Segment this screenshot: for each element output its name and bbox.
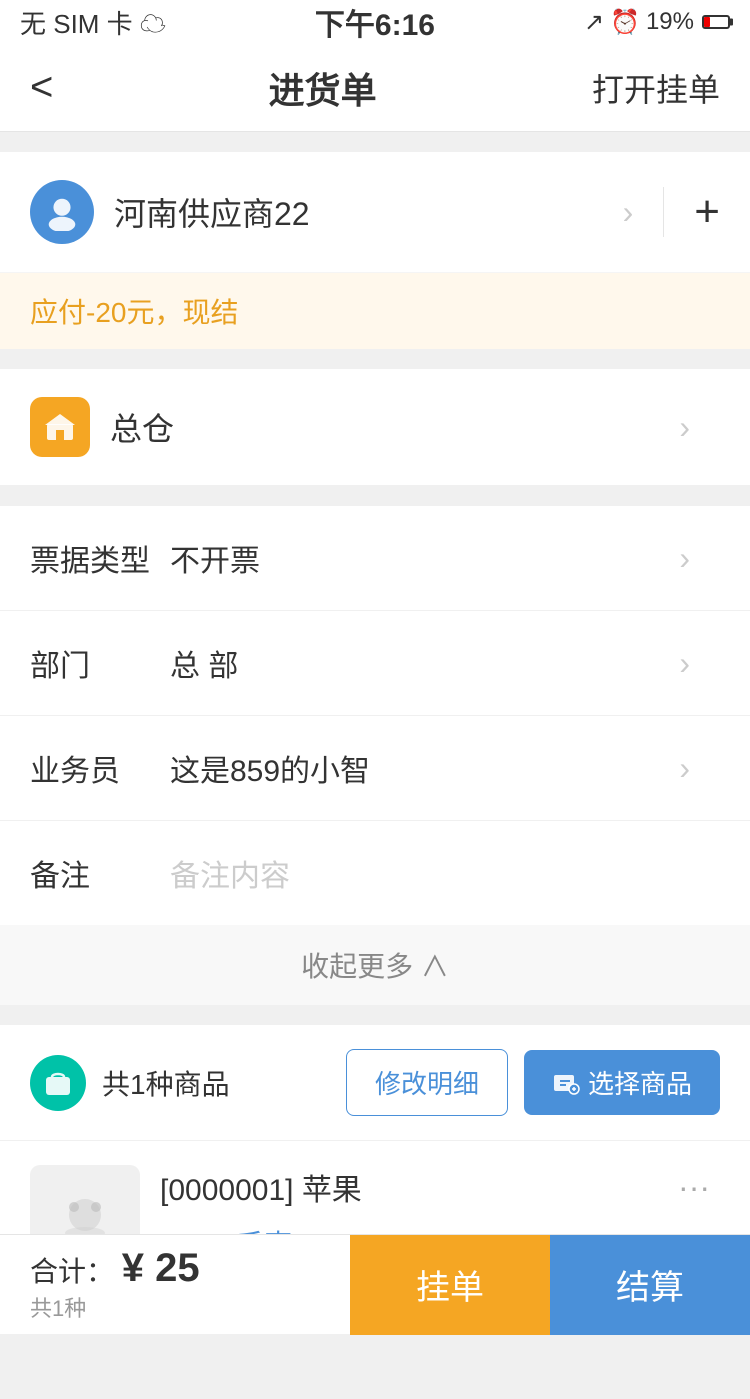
product-icon: [30, 1055, 86, 1111]
status-right: ↗ ⏰ 19%: [584, 8, 730, 37]
product-name: [0000001] 苹果: [160, 1165, 668, 1209]
checkout-button[interactable]: 结算: [550, 1235, 750, 1335]
form-card: 票据类型 不开票 › 部门 总 部 › 业务员 这是859的小智 › 备注 备注…: [0, 505, 750, 925]
alarm-icon: ⏰: [610, 8, 640, 37]
gap3: [0, 485, 750, 505]
warehouse-name: 总仓: [110, 404, 679, 450]
sales-value: 这是859的小智: [170, 746, 679, 790]
product-count: 共1种商品: [102, 1063, 346, 1103]
supplier-chevron: ›: [623, 194, 634, 231]
add-button[interactable]: +: [694, 190, 720, 234]
total-label: 合计：: [30, 1256, 114, 1287]
nav-bar: < 进货单 打开挂单: [0, 44, 750, 132]
sales-chevron: ›: [679, 750, 690, 787]
status-left: 无 SIM 卡 ☁: [20, 4, 166, 41]
info-banner: 应付-20元，现结: [0, 273, 750, 349]
dept-value: 总 部: [170, 641, 679, 685]
more-button[interactable]: ···: [668, 1165, 720, 1210]
bottom-bar: 合计： ¥ 25 共1种 挂单 结算: [0, 1234, 750, 1334]
supplier-avatar: [30, 180, 94, 244]
hold-label: 挂单: [416, 1260, 484, 1309]
total-amount: ¥ 25: [122, 1246, 200, 1290]
page-title: 进货单: [269, 62, 377, 114]
product-header: 共1种商品 修改明细 选择商品: [0, 1025, 750, 1140]
supplier-card: 河南供应商22 › + 应付-20元，现结: [0, 152, 750, 349]
battery-icon: [702, 15, 730, 29]
sales-row[interactable]: 业务员 这是859的小智 ›: [0, 715, 750, 820]
supplier-row[interactable]: 河南供应商22 › +: [0, 152, 750, 273]
status-time: 下午6:16: [315, 0, 435, 44]
invoice-value: 不开票: [170, 536, 679, 580]
product-title: 苹果: [302, 1174, 362, 1207]
gap4: [0, 1005, 750, 1025]
remark-row[interactable]: 备注 备注内容: [0, 820, 750, 925]
open-hold-button[interactable]: 打开挂单: [592, 65, 720, 111]
battery-text: 19%: [646, 8, 694, 36]
total-section: 合计： ¥ 25 共1种: [0, 1246, 350, 1323]
dept-label: 部门: [30, 641, 170, 685]
product-id: [0000001]: [160, 1174, 293, 1207]
dept-row[interactable]: 部门 总 部 ›: [0, 610, 750, 715]
warehouse-row[interactable]: 总仓 ›: [0, 369, 750, 485]
collapse-row[interactable]: 收起更多 ∧: [0, 925, 750, 1005]
invoice-row[interactable]: 票据类型 不开票 ›: [0, 505, 750, 610]
dept-chevron: ›: [679, 645, 690, 682]
divider: [663, 187, 664, 237]
total-sub: 共1种: [30, 1291, 320, 1323]
select-product-label: 选择商品: [588, 1064, 692, 1101]
warehouse-chevron: ›: [679, 409, 690, 446]
back-button[interactable]: <: [30, 65, 53, 110]
invoice-chevron: ›: [679, 540, 690, 577]
gap1: [0, 132, 750, 152]
remark-input[interactable]: 备注内容: [170, 851, 720, 895]
warehouse-icon: [30, 397, 90, 457]
checkout-label: 结算: [616, 1260, 684, 1309]
warehouse-card[interactable]: 总仓 ›: [0, 369, 750, 485]
select-product-button[interactable]: 选择商品: [524, 1050, 720, 1115]
hold-button[interactable]: 挂单: [350, 1235, 550, 1335]
collapse-label: 收起更多 ∧: [301, 945, 449, 985]
sales-label: 业务员: [30, 746, 170, 790]
total-row: 合计： ¥ 25: [30, 1246, 320, 1291]
gap2: [0, 349, 750, 369]
remark-label: 备注: [30, 851, 170, 895]
invoice-label: 票据类型: [30, 536, 170, 580]
location-icon: ↗: [584, 8, 604, 37]
status-bar: 无 SIM 卡 ☁ 下午6:16 ↗ ⏰ 19%: [0, 0, 750, 44]
signal-text: 无 SIM 卡 ☁: [20, 4, 166, 41]
edit-detail-button[interactable]: 修改明细: [346, 1049, 508, 1116]
supplier-name: 河南供应商22: [114, 189, 623, 235]
